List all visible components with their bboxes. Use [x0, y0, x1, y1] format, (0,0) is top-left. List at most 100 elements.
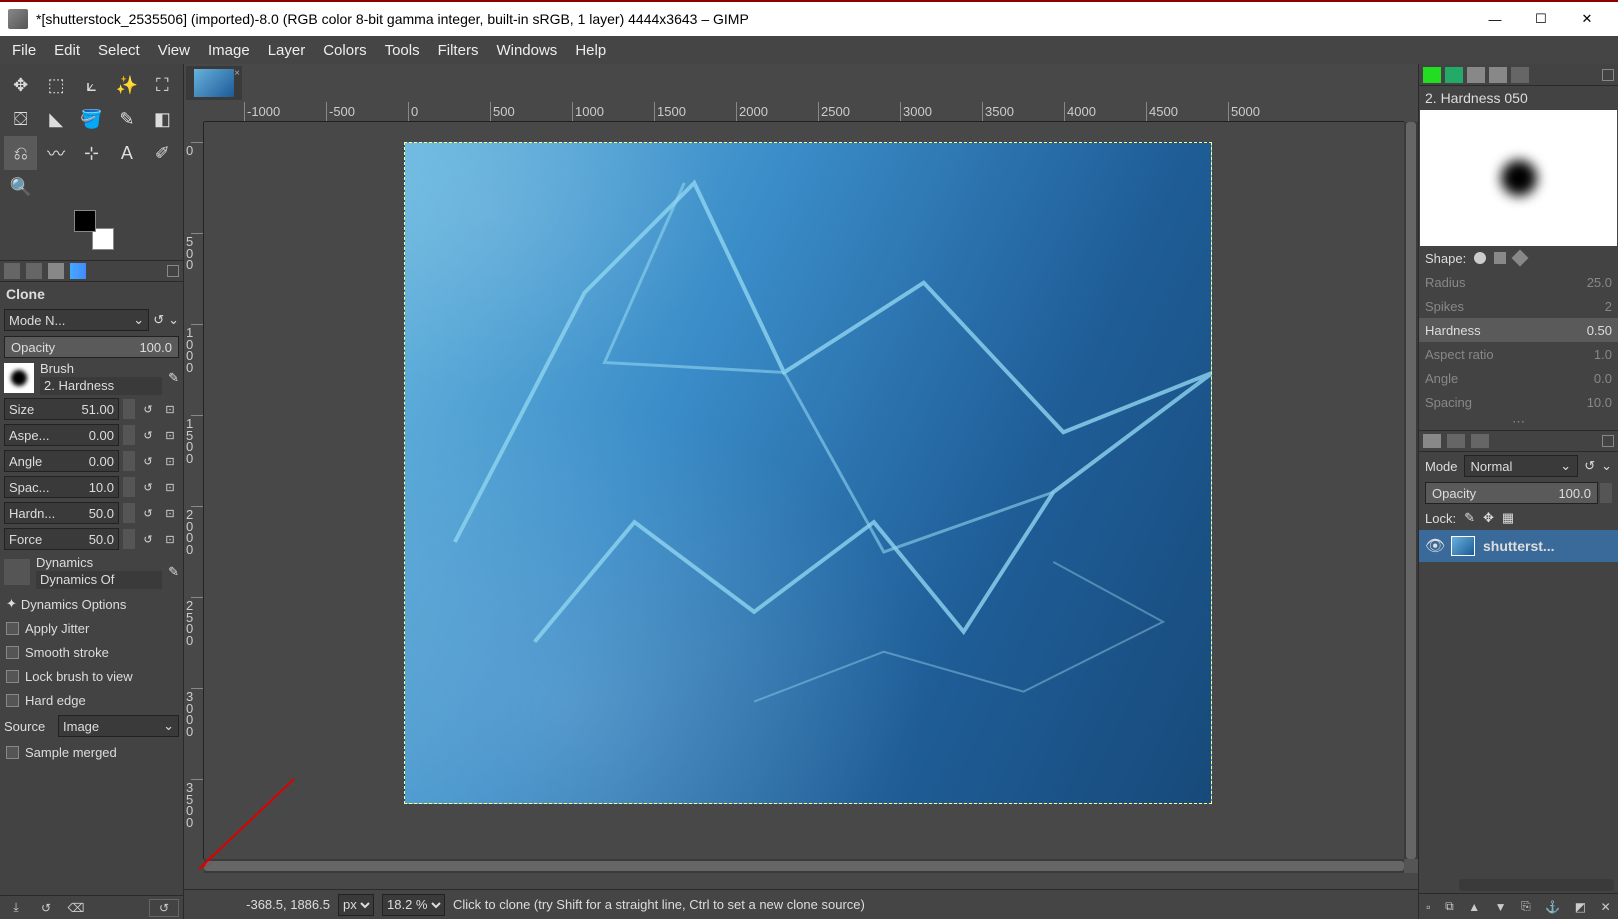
opacity-slider[interactable]: Opacity 100.0: [4, 336, 179, 358]
menu-image[interactable]: Image: [200, 38, 258, 63]
fg-bg-color-swatch[interactable]: [74, 210, 114, 250]
brush-prop-row[interactable]: Aspect ratio1.0: [1419, 342, 1618, 366]
close-button[interactable]: ✕: [1564, 3, 1610, 35]
brush-thumbnail[interactable]: [4, 363, 34, 393]
tab-layers-icon[interactable]: [1423, 434, 1441, 448]
tool-crop[interactable]: ⛶: [146, 68, 179, 102]
brush-prop-row[interactable]: Angle0.0: [1419, 366, 1618, 390]
spacing-link-icon[interactable]: ⊡: [161, 478, 179, 496]
source-select[interactable]: Image⌄: [58, 715, 179, 737]
unit-select[interactable]: px: [338, 894, 374, 916]
sample-merged-checkbox[interactable]: Sample merged: [0, 740, 183, 764]
tool-text[interactable]: A: [110, 136, 143, 170]
tab-paths-icon[interactable]: [1471, 434, 1489, 448]
tab-menu-icon[interactable]: [1602, 69, 1614, 81]
tab-tool-options-icon[interactable]: [4, 263, 20, 279]
new-group-icon[interactable]: ⧉: [1445, 899, 1454, 914]
tab-brushes-icon[interactable]: [1423, 67, 1441, 83]
image-tab[interactable]: ×: [186, 66, 242, 100]
tool-color-picker[interactable]: ✐: [146, 136, 179, 170]
layer-mode-reset-icon[interactable]: ↺: [1584, 458, 1595, 474]
tool-eraser[interactable]: ◧: [146, 102, 179, 136]
aspect-reset-icon[interactable]: ↺: [139, 426, 157, 444]
force-spinner[interactable]: [123, 529, 135, 549]
force-input[interactable]: Force50.0: [4, 528, 119, 550]
menu-layer[interactable]: Layer: [260, 38, 314, 63]
force-link-icon[interactable]: ⊡: [161, 530, 179, 548]
tab-history-icon[interactable]: [1489, 67, 1507, 83]
menu-select[interactable]: Select: [90, 38, 148, 63]
dynamics-thumbnail[interactable]: [4, 559, 30, 585]
tool-rect-select[interactable]: ⬚: [39, 68, 72, 102]
ruler-horizontal[interactable]: -1000-5000500100015002000250030003500400…: [204, 102, 1404, 122]
menu-view[interactable]: View: [150, 38, 198, 63]
tab-undo-history-icon[interactable]: [48, 263, 64, 279]
layer-item[interactable]: 👁 shutterst...: [1419, 530, 1618, 562]
lock-pixels-icon[interactable]: ✎: [1464, 510, 1475, 526]
merge-layer-icon[interactable]: ⚓: [1545, 900, 1560, 914]
shape-diamond-icon[interactable]: [1512, 250, 1529, 267]
lock-brush-checkbox[interactable]: Lock brush to view: [0, 664, 183, 688]
size-spinner[interactable]: [123, 399, 135, 419]
duplicate-layer-icon[interactable]: ⎘: [1521, 899, 1531, 914]
save-preset-icon[interactable]: ⤓: [4, 899, 28, 917]
viewport[interactable]: [204, 122, 1404, 859]
dynamics-options-expander[interactable]: ✦Dynamics Options: [0, 592, 183, 616]
tool-path[interactable]: ⊹: [75, 136, 108, 170]
tool-warp[interactable]: ◣: [39, 102, 72, 136]
blend-mode-select[interactable]: Mode N...⌄: [4, 309, 149, 331]
hardness-spinner[interactable]: [123, 503, 135, 523]
close-tab-icon[interactable]: ×: [234, 68, 240, 79]
canvas-image[interactable]: [404, 142, 1212, 804]
tab-images-icon[interactable]: [70, 263, 86, 279]
lower-layer-icon[interactable]: ▼: [1495, 900, 1507, 914]
menu-edit[interactable]: Edit: [46, 38, 88, 63]
menu-colors[interactable]: Colors: [315, 38, 374, 63]
mode-reset-icon[interactable]: ↺: [153, 312, 164, 328]
tool-transform[interactable]: ⛋: [4, 102, 37, 136]
navigation-button[interactable]: [1404, 859, 1418, 873]
tool-free-select[interactable]: ⟀: [75, 68, 108, 102]
resize-handle-icon[interactable]: ⋯: [1419, 414, 1618, 430]
dynamics-edit-icon[interactable]: ✎: [168, 564, 179, 580]
tool-fuzzy-select[interactable]: ✨: [110, 68, 143, 102]
tab-brush-editor-icon[interactable]: [1511, 67, 1529, 83]
delete-layer-icon[interactable]: ✕: [1601, 900, 1611, 914]
brush-edit-icon[interactable]: ✎: [168, 370, 179, 386]
hard-edge-checkbox[interactable]: Hard edge: [0, 688, 183, 712]
layer-name[interactable]: shutterst...: [1483, 538, 1555, 554]
spacing-spinner[interactable]: [123, 477, 135, 497]
mode-menu-icon[interactable]: ⌄: [168, 312, 179, 328]
tab-patterns-icon[interactable]: [1445, 67, 1463, 83]
brush-prop-row[interactable]: Hardness0.50: [1419, 318, 1618, 342]
tab-menu-icon[interactable]: [167, 265, 179, 277]
tab-fonts-icon[interactable]: [1467, 67, 1485, 83]
angle-spinner[interactable]: [123, 451, 135, 471]
new-layer-icon[interactable]: ▫: [1426, 900, 1430, 914]
menu-windows[interactable]: Windows: [488, 38, 565, 63]
brush-prop-row[interactable]: Spikes2: [1419, 294, 1618, 318]
layer-opacity-slider[interactable]: Opacity 100.0: [1425, 482, 1598, 504]
scrollbar-vertical[interactable]: [1404, 122, 1418, 859]
angle-reset-icon[interactable]: ↺: [139, 452, 157, 470]
size-input[interactable]: Size51.00: [4, 398, 119, 420]
raise-layer-icon[interactable]: ▲: [1468, 900, 1480, 914]
angle-input[interactable]: Angle0.00: [4, 450, 119, 472]
delete-preset-icon[interactable]: ⌫: [64, 899, 88, 917]
aspect-spinner[interactable]: [123, 425, 135, 445]
layer-mode-menu-icon[interactable]: ⌄: [1601, 458, 1612, 474]
maximize-button[interactable]: ☐: [1518, 3, 1564, 35]
hardness-link-icon[interactable]: ⊡: [161, 504, 179, 522]
hardness-input[interactable]: Hardn...50.0: [4, 502, 119, 524]
mask-layer-icon[interactable]: ◩: [1575, 900, 1586, 914]
minimize-button[interactable]: —: [1472, 3, 1518, 35]
tool-pencil[interactable]: ✎: [110, 102, 143, 136]
spacing-reset-icon[interactable]: ↺: [139, 478, 157, 496]
menu-tools[interactable]: Tools: [377, 38, 428, 63]
brush-prop-row[interactable]: Radius25.0: [1419, 270, 1618, 294]
aspect-link-icon[interactable]: ⊡: [161, 426, 179, 444]
fg-color[interactable]: [74, 210, 96, 232]
layer-mode-select[interactable]: Normal⌄: [1464, 455, 1579, 477]
layer-opacity-spinner[interactable]: [1600, 483, 1612, 503]
tool-smudge[interactable]: 〰: [39, 136, 72, 170]
